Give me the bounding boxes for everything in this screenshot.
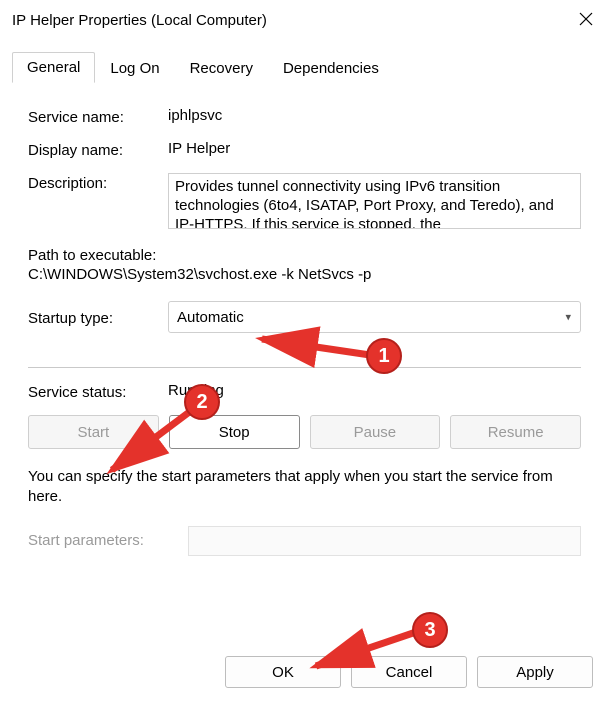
annotation-callout-1: 1 (366, 338, 402, 374)
annotation-callout-3: 3 (412, 612, 448, 648)
annotation-callout-2: 2 (184, 384, 220, 420)
annotation-arrow-3 (0, 0, 609, 702)
